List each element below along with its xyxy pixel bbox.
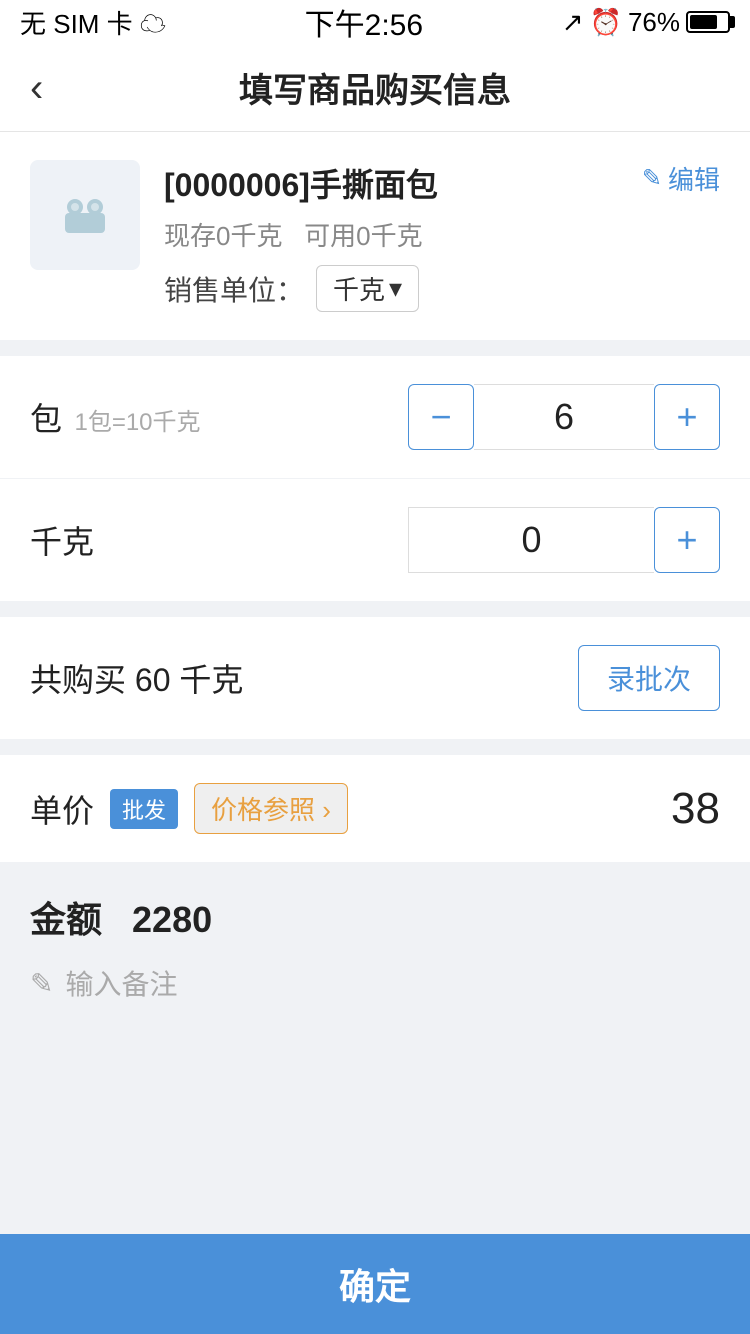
unit-select[interactable]: 千克 ▾ [316, 265, 419, 312]
alarm-icon: ⏰ [590, 7, 622, 38]
product-card: [0000006]手撕面包 ✎ 编辑 现存0千克 可用0千克 销售单位： 千克 … [0, 132, 750, 340]
battery-icon [686, 11, 730, 33]
price-tag: 批发 [110, 789, 178, 829]
unit-value: 千克 [333, 270, 385, 307]
product-name: [0000006]手撕面包 [164, 160, 438, 206]
batch-button[interactable]: 录批次 [578, 645, 720, 711]
status-bar: 无 SIM 卡 ☁ 下午2:56 ↗ ⏰ 76% [0, 0, 750, 44]
kg-label-group: 千克 [30, 517, 408, 563]
page-title: 填写商品购买信息 [239, 63, 511, 112]
bao-label-group: 包 1包=10千克 [30, 394, 408, 440]
kg-input-row: 千克 + [0, 479, 750, 601]
kg-label: 千克 [30, 524, 94, 560]
bao-input[interactable] [474, 384, 654, 450]
product-info: [0000006]手撕面包 ✎ 编辑 现存0千克 可用0千克 销售单位： 千克 … [164, 160, 720, 312]
price-label: 单价 [30, 786, 94, 832]
remark-placeholder: 输入备注 [65, 963, 177, 1003]
kg-input[interactable] [408, 507, 654, 573]
unit-label: 销售单位： [164, 269, 304, 309]
bao-label: 包 [30, 401, 62, 437]
amount-label: 金额 [30, 899, 102, 940]
pencil-icon: ✎ [30, 967, 53, 1000]
nav-bar: ‹ 填写商品购买信息 [0, 44, 750, 132]
edit-label: 编辑 [668, 160, 720, 197]
product-thumbnail [30, 160, 140, 270]
bao-qty-control: − + [408, 384, 720, 450]
dropdown-icon: ▾ [389, 273, 402, 304]
edit-button[interactable]: ✎ 编辑 [642, 160, 720, 197]
bao-decrease-button[interactable]: − [408, 384, 474, 450]
quantity-section: 包 1包=10千克 − + 千克 + [0, 356, 750, 601]
price-row: 单价 批发 价格参照 › 38 [30, 783, 720, 834]
status-time: 下午2:56 [305, 0, 423, 44]
location-icon: ↗ [562, 7, 584, 38]
confirm-button[interactable]: 确定 [0, 1234, 750, 1334]
product-logo-icon [55, 185, 115, 245]
price-ref-button[interactable]: 价格参照 › [194, 783, 348, 834]
price-value: 38 [671, 784, 720, 834]
status-left: 无 SIM 卡 ☁ [20, 4, 166, 41]
product-unit-row: 销售单位： 千克 ▾ [164, 265, 720, 312]
amount-row: 金额 2280 [30, 891, 720, 943]
summary-text: 共购买 60 千克 [30, 655, 243, 701]
kg-increase-button[interactable]: + [654, 507, 720, 573]
remark-row[interactable]: ✎ 输入备注 [30, 963, 720, 1003]
battery-percent: 76% [628, 7, 680, 38]
summary-row: 共购买 60 千克 录批次 [0, 617, 750, 739]
back-button[interactable]: ‹ [30, 68, 43, 108]
status-right: ↗ ⏰ 76% [562, 7, 730, 38]
kg-qty-control: + [408, 507, 720, 573]
amount-section: 金额 2280 ✎ 输入备注 [0, 863, 750, 1234]
amount-value: 2280 [132, 899, 212, 940]
bao-sublabel: 1包=10千克 [74, 409, 200, 436]
price-section: 单价 批发 价格参照 › 38 [0, 755, 750, 863]
product-stock: 现存0千克 可用0千克 [164, 216, 720, 253]
bao-increase-button[interactable]: + [654, 384, 720, 450]
bao-input-row: 包 1包=10千克 − + [0, 356, 750, 479]
edit-icon: ✎ [642, 164, 662, 193]
